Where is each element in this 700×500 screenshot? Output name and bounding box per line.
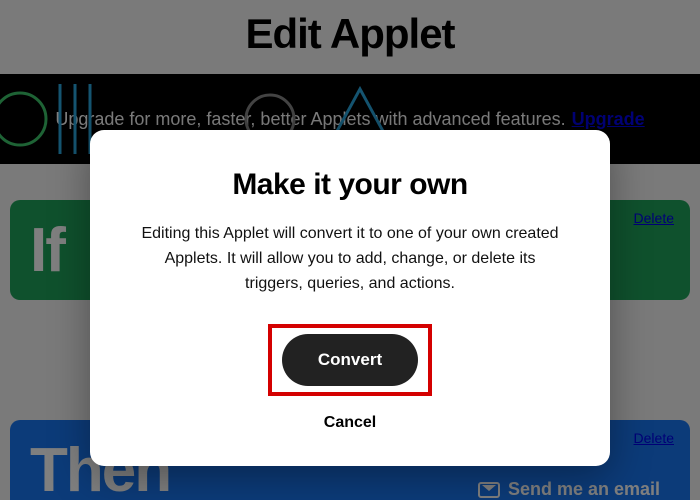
- modal-title: Make it your own: [138, 168, 562, 202]
- convert-button[interactable]: Convert: [282, 334, 418, 386]
- convert-modal: Make it your own Editing this Applet wil…: [90, 130, 610, 466]
- modal-body: Editing this Applet will convert it to o…: [138, 222, 562, 296]
- edit-applet-page: Edit Applet Upgrade for more, faster, be…: [0, 0, 700, 500]
- convert-highlight: Convert: [268, 324, 432, 396]
- cancel-button[interactable]: Cancel: [324, 414, 376, 432]
